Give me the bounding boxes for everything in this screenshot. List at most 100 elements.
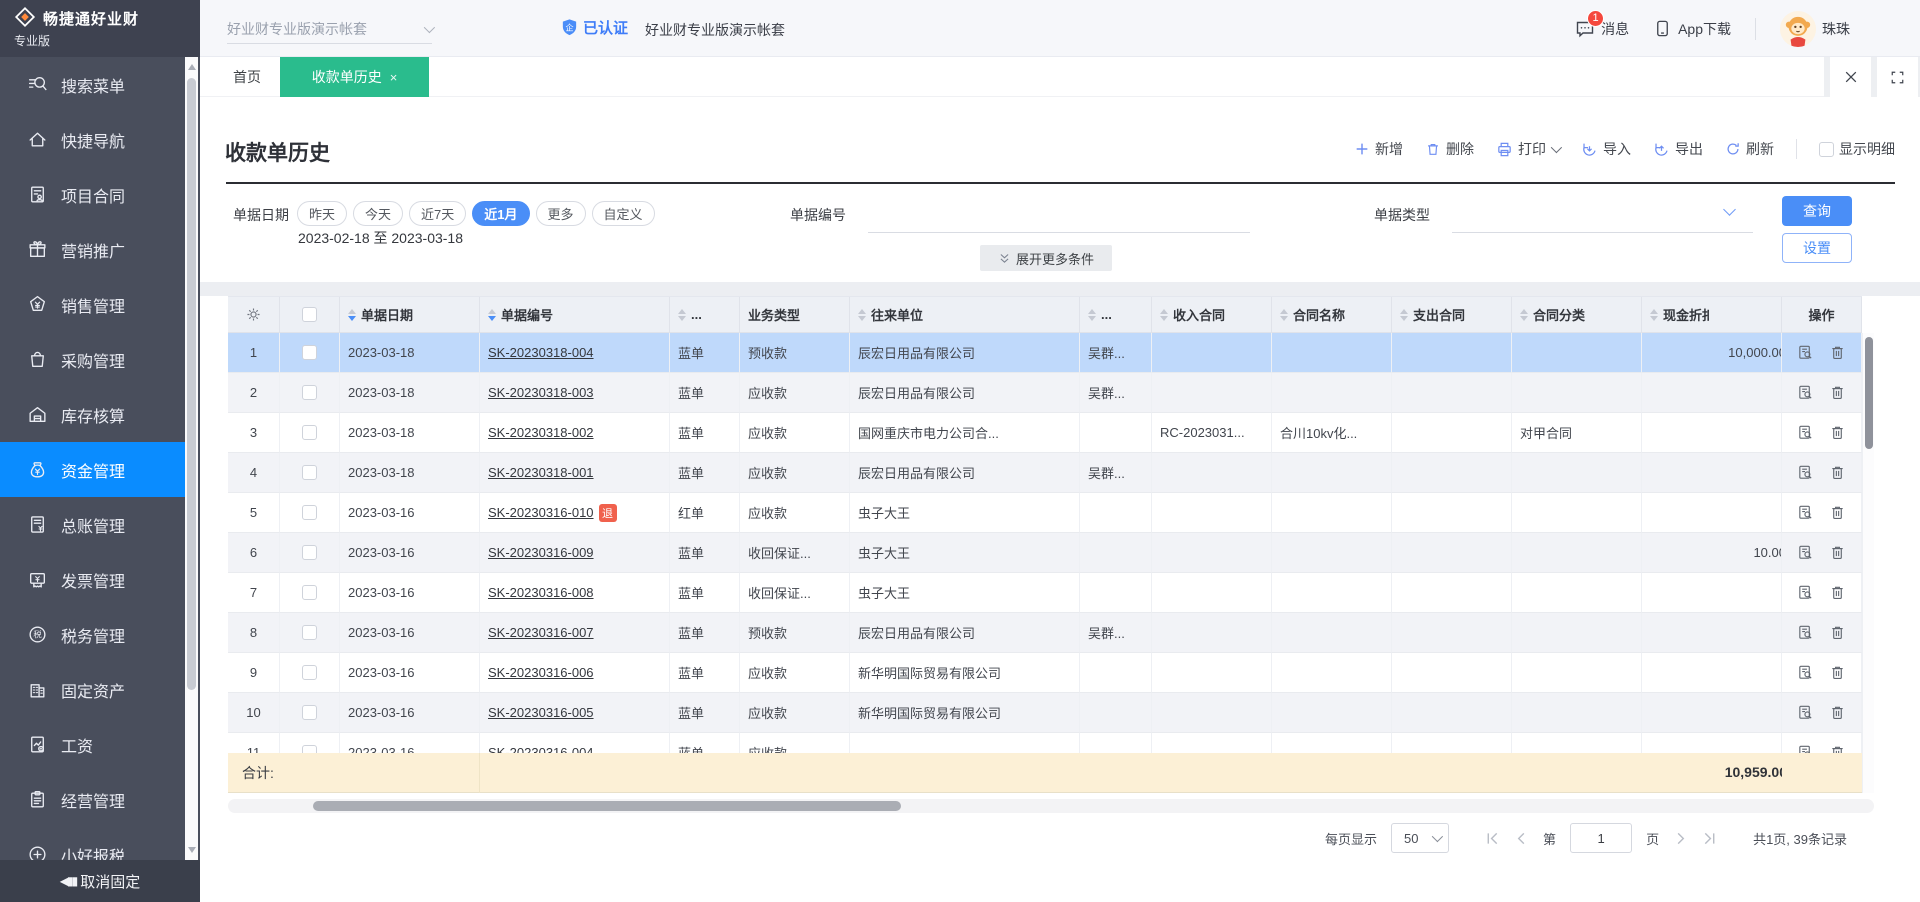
row-select-cell[interactable] — [280, 333, 340, 373]
doc-type-select[interactable] — [1452, 207, 1753, 233]
sidebar-item-assets[interactable]: 固定资产 — [0, 662, 185, 717]
row-checkbox[interactable] — [302, 665, 317, 680]
sort-icons[interactable] — [1650, 308, 1658, 321]
user-menu[interactable]: 珠珠 — [1780, 10, 1850, 47]
date-pill-更多[interactable]: 更多 — [535, 201, 586, 226]
row-select-cell[interactable] — [280, 413, 340, 453]
tab-receipt-history[interactable]: 收款单历史 × — [280, 57, 429, 97]
doc-link[interactable]: SK-20230316-006 — [488, 665, 594, 680]
doc-no-input[interactable] — [868, 207, 1250, 233]
show-detail-toggle[interactable]: 显示明细 — [1819, 139, 1895, 159]
doc-link[interactable]: SK-20230316-004 — [488, 745, 594, 753]
view-detail-icon[interactable] — [1797, 384, 1814, 401]
add-button[interactable]: 新增 — [1354, 139, 1403, 159]
sidebar-item-ledger[interactable]: 总账管理 — [0, 497, 185, 552]
sidebar-item-contract[interactable]: 项目合同 — [0, 167, 185, 222]
next-page-button[interactable] — [1673, 831, 1688, 846]
sidebar-item-taxhelper[interactable]: 小好报税 — [0, 827, 185, 860]
column-header-2[interactable]: 单据编号 — [480, 297, 670, 333]
page-number-input[interactable] — [1570, 823, 1633, 853]
row-checkbox[interactable] — [302, 625, 317, 640]
doc-link[interactable]: SK-20230316-007 — [488, 625, 594, 640]
refresh-button[interactable]: 刷新 — [1725, 139, 1774, 159]
sidebar-scrollbar[interactable] — [185, 57, 198, 860]
row-checkbox[interactable] — [302, 345, 317, 360]
view-detail-icon[interactable] — [1797, 624, 1814, 641]
sidebar-item-search[interactable]: 搜索菜单 — [0, 57, 185, 112]
doc-link[interactable]: SK-20230316-008 — [488, 585, 594, 600]
import-button[interactable]: 导入 — [1581, 139, 1631, 159]
doc-link[interactable]: SK-20230316-010 — [488, 505, 594, 520]
print-button[interactable]: 打印 — [1496, 139, 1563, 159]
doc-link[interactable]: SK-20230316-005 — [488, 705, 594, 720]
row-checkbox[interactable] — [302, 705, 317, 720]
column-header-11[interactable]: 现金折扣 — [1642, 297, 1782, 333]
settings-button[interactable]: 设置 — [1782, 233, 1852, 263]
row-checkbox[interactable] — [302, 505, 317, 520]
column-settings-cell[interactable] — [228, 297, 280, 333]
sidebar-item-invoice[interactable]: 发票管理 — [0, 552, 185, 607]
delete-row-icon[interactable] — [1829, 384, 1846, 401]
table-row[interactable]: 5 2023-03-16 SK-20230316-010 退 红单 应收款 虫子大王 — [228, 493, 1862, 533]
column-header-4[interactable]: 业务类型 — [740, 297, 850, 333]
doc-link[interactable]: SK-20230318-004 — [488, 345, 594, 360]
delete-row-icon[interactable] — [1829, 344, 1846, 361]
sidebar-item-funds[interactable]: 资金管理 — [0, 442, 185, 497]
delete-row-icon[interactable] — [1829, 584, 1846, 601]
table-row[interactable]: 10 2023-03-16 SK-20230316-005 蓝单 应收款 新华明国际贸易有… — [228, 693, 1862, 733]
delete-row-icon[interactable] — [1829, 464, 1846, 481]
select-all-cell[interactable] — [280, 297, 340, 333]
column-header-1[interactable]: 单据日期 — [340, 297, 480, 333]
table-row[interactable]: 6 2023-03-16 SK-20230316-009 蓝单 收回保证... 虫子大王 1… — [228, 533, 1862, 573]
table-row[interactable]: 1 2023-03-18 SK-20230318-004 蓝单 预收款 辰宏日用品有限公司… — [228, 333, 1862, 373]
sort-icons[interactable] — [1160, 308, 1168, 321]
delete-row-icon[interactable] — [1829, 744, 1846, 753]
row-select-cell[interactable] — [280, 653, 340, 693]
sidebar-item-purchase[interactable]: 采购管理 — [0, 332, 185, 387]
row-select-cell[interactable] — [280, 733, 340, 753]
prev-page-button[interactable] — [1514, 831, 1529, 846]
show-detail-checkbox[interactable] — [1819, 141, 1834, 157]
sort-icons[interactable] — [678, 308, 686, 321]
close-all-tabs-button[interactable] — [1830, 57, 1871, 97]
account-set-dropdown[interactable]: 好业财专业版演示帐套 — [227, 14, 436, 44]
sidebar-item-mgmt[interactable]: 经营管理 — [0, 772, 185, 827]
row-select-cell[interactable] — [280, 613, 340, 653]
sort-icons[interactable] — [1280, 308, 1288, 321]
row-select-cell[interactable] — [280, 693, 340, 733]
column-header-6[interactable]: ... — [1080, 297, 1152, 333]
sidebar-item-home[interactable]: 快捷导航 — [0, 112, 185, 167]
query-button[interactable]: 查询 — [1782, 196, 1852, 226]
page-size-select[interactable]: 50 — [1391, 823, 1450, 853]
sort-icons[interactable] — [348, 308, 356, 321]
last-page-button[interactable] — [1702, 831, 1717, 846]
view-detail-icon[interactable] — [1797, 504, 1814, 521]
export-button[interactable]: 导出 — [1653, 139, 1703, 159]
delete-row-icon[interactable] — [1829, 704, 1846, 721]
sidebar-item-sales[interactable]: 销售管理 — [0, 277, 185, 332]
tab-close-icon[interactable]: × — [390, 70, 398, 85]
table-row[interactable]: 4 2023-03-18 SK-20230318-001 蓝单 应收款 辰宏日用品有限公司… — [228, 453, 1862, 493]
table-row[interactable]: 8 2023-03-16 SK-20230316-007 蓝单 预收款 辰宏日用品有限公司… — [228, 613, 1862, 653]
column-header-3[interactable]: ... — [670, 297, 740, 333]
view-detail-icon[interactable] — [1797, 424, 1814, 441]
row-checkbox[interactable] — [302, 385, 317, 400]
scroll-down-icon[interactable] — [187, 847, 196, 853]
view-detail-icon[interactable] — [1797, 464, 1814, 481]
first-page-button[interactable] — [1485, 831, 1500, 846]
row-select-cell[interactable] — [280, 453, 340, 493]
date-pill-近7天[interactable]: 近7天 — [409, 201, 467, 226]
select-all-checkbox[interactable] — [302, 307, 317, 322]
column-header-7[interactable]: 收入合同 — [1152, 297, 1272, 333]
sort-icons[interactable] — [1400, 308, 1408, 321]
delete-row-icon[interactable] — [1829, 664, 1846, 681]
sort-icons[interactable] — [488, 308, 496, 321]
column-header-9[interactable]: 支出合同 — [1392, 297, 1512, 333]
doc-link[interactable]: SK-20230316-009 — [488, 545, 594, 560]
messages-button[interactable]: 消息 1 — [1575, 9, 1629, 39]
column-header-8[interactable]: 合同名称 — [1272, 297, 1392, 333]
sidebar-item-gift[interactable]: 营销推广 — [0, 222, 185, 277]
sort-icons[interactable] — [858, 308, 866, 321]
row-checkbox[interactable] — [302, 425, 317, 440]
delete-row-icon[interactable] — [1829, 544, 1846, 561]
